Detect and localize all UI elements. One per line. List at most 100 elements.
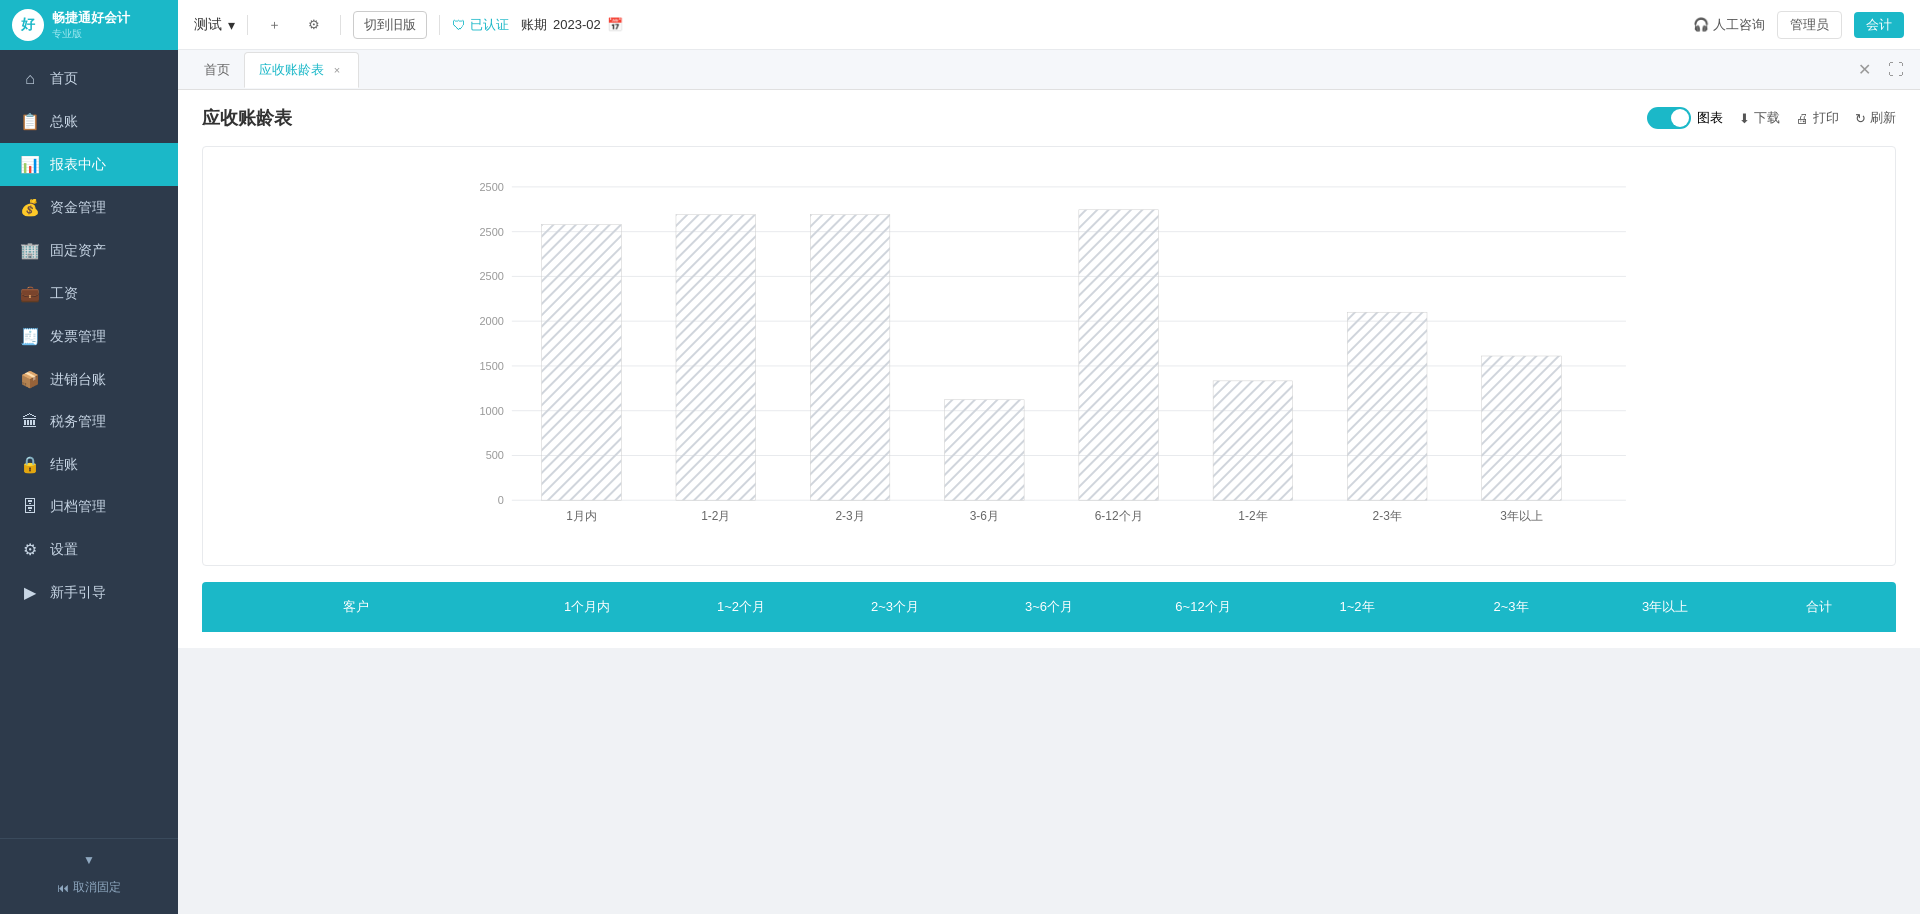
sidebar-item-label: 结账 [50, 456, 78, 474]
sidebar-item-home[interactable]: ⌂ 首页 [0, 58, 178, 100]
reports-icon: 📊 [20, 155, 40, 174]
print-icon: 🖨 [1796, 111, 1809, 126]
period-label: 账期 [521, 16, 547, 34]
table-header-cell: 客户 [202, 582, 510, 632]
headset-icon: 🎧 [1693, 17, 1709, 32]
sidebar-item-closing[interactable]: 🔒 结账 [0, 443, 178, 486]
consult-button[interactable]: 🎧 人工咨询 [1693, 16, 1765, 34]
settings-icon[interactable]: ⚙ [300, 11, 328, 39]
sidebar-item-label: 设置 [50, 541, 78, 559]
sidebar-item-label: 工资 [50, 285, 78, 303]
svg-text:1月内: 1月内 [566, 509, 597, 523]
chevron-down-icon: ▾ [228, 17, 235, 33]
toggle-knob [1671, 109, 1689, 127]
chevron-down-icon: ▼ [83, 853, 95, 867]
tab-home[interactable]: 首页 [190, 53, 244, 87]
closing-icon: 🔒 [20, 455, 40, 474]
sidebar-nav: ⌂首页📋总账📊报表中心💰资金管理🏢固定资产💼工资🧾发票管理📦进销台账🏛税务管理🔒… [0, 50, 178, 838]
svg-text:2500: 2500 [480, 270, 504, 282]
calendar-icon[interactable]: 📅 [607, 17, 623, 32]
svg-text:1500: 1500 [480, 360, 504, 372]
scroll-down-btn[interactable]: ▼ [0, 849, 178, 871]
tab-aging[interactable]: 应收账龄表 × [244, 52, 359, 88]
chart-toggle[interactable] [1647, 107, 1691, 129]
sidebar-item-label: 首页 [50, 70, 78, 88]
sidebar-item-ledger[interactable]: 📋总账 [0, 100, 178, 143]
report-container: 应收账龄表 图表 ⬇ 下载 🖨 [178, 90, 1920, 648]
table-header-cell: 3年以上 [1588, 582, 1742, 632]
sidebar-item-invoice[interactable]: 🧾发票管理 [0, 315, 178, 358]
svg-text:2500: 2500 [480, 226, 504, 238]
inventory-icon: 📦 [20, 370, 40, 389]
bar-1-2月 [676, 215, 756, 500]
expand-button[interactable]: ⛶ [1884, 58, 1908, 82]
chart-toggle-area: 图表 [1647, 107, 1723, 129]
topbar: 测试 ▾ ＋ ⚙ 切到旧版 🛡 已认证 账期 2023-02 📅 🎧 人工咨询 … [178, 0, 1920, 50]
sidebar-item-funds[interactable]: 💰 资金管理 [0, 186, 178, 229]
refresh-icon: ↻ [1855, 111, 1866, 126]
svg-text:0: 0 [498, 494, 504, 506]
page-wrapper: 应收账龄表 图表 ⬇ 下载 🖨 [178, 90, 1920, 914]
report-title: 应收账龄表 [202, 106, 292, 130]
topbar-divider-3 [439, 15, 440, 35]
download-button[interactable]: ⬇ 下载 [1739, 109, 1780, 127]
table-header-cell: 1~2个月 [664, 582, 818, 632]
sidebar-item-payroll[interactable]: 💼 工资 [0, 272, 178, 315]
invoice-icon: 🧾 [20, 327, 40, 346]
sidebar-item-inventory[interactable]: 📦 进销台账 [0, 358, 178, 401]
workspace-selector[interactable]: 测试 ▾ [194, 16, 235, 34]
sidebar-item-settings[interactable]: ⚙ 设置 [0, 528, 178, 571]
tabbar-actions: ✕ ⛶ [1852, 58, 1908, 82]
payroll-icon: 💼 [20, 284, 40, 303]
aging-tab-label: 应收账龄表 [259, 61, 324, 79]
chart-area: 2500 2500 2500 2000 1500 1000 500 0 [202, 146, 1896, 566]
bar-3-6月 [945, 400, 1025, 500]
settings-icon: ⚙ [20, 540, 40, 559]
home-icon: ⌂ [20, 70, 40, 88]
role-button[interactable]: 会计 [1854, 12, 1904, 38]
sidebar-item-label: 资金管理 [50, 199, 106, 217]
guide-icon: ▶ [20, 583, 40, 602]
svg-text:2000: 2000 [480, 315, 504, 327]
sidebar-item-reports[interactable]: 📊 报表中心 [0, 143, 178, 186]
bar-chart-svg: 2500 2500 2500 2000 1500 1000 500 0 [223, 167, 1875, 545]
table-header-cell: 2~3年 [1434, 582, 1588, 632]
workspace-name: 测试 [194, 16, 222, 34]
content-area: 首页 应收账龄表 × ✕ ⛶ 应收账龄表 [178, 50, 1920, 914]
add-button[interactable]: ＋ [260, 11, 288, 39]
table-header: 客户1个月内1~2个月2~3个月3~6个月6~12个月1~2年2~3年3年以上合… [202, 582, 1896, 632]
print-button[interactable]: 🖨 打印 [1796, 109, 1839, 127]
sidebar-item-archive[interactable]: 🗄归档管理 [0, 486, 178, 528]
bar-3年以上 [1482, 356, 1562, 500]
topbar-right: 🎧 人工咨询 管理员 会计 [1693, 11, 1904, 39]
tab-close-icon[interactable]: × [330, 63, 344, 77]
close-tab-button[interactable]: ✕ [1852, 58, 1876, 82]
sidebar-item-label: 新手引导 [50, 584, 106, 602]
assets-icon: 🏢 [20, 241, 40, 260]
refresh-button[interactable]: ↻ 刷新 [1855, 109, 1896, 127]
sidebar-item-label: 归档管理 [50, 498, 106, 516]
certified-badge: 🛡 已认证 [452, 16, 509, 34]
bar-1-2年 [1213, 381, 1293, 500]
period-info: 账期 2023-02 📅 [521, 16, 623, 34]
bar-2-3月 [810, 215, 890, 500]
shield-icon: 🛡 [452, 17, 466, 33]
topbar-divider-1 [247, 15, 248, 35]
main-area: 测试 ▾ ＋ ⚙ 切到旧版 🛡 已认证 账期 2023-02 📅 🎧 人工咨询 … [178, 0, 1920, 914]
svg-text:500: 500 [486, 449, 504, 461]
switch-old-button[interactable]: 切到旧版 [353, 11, 427, 39]
sidebar-item-guide[interactable]: ▶ 新手引导 [0, 571, 178, 614]
sidebar-item-label: 进销台账 [50, 371, 106, 389]
funds-icon: 💰 [20, 198, 40, 217]
sidebar-item-label: 报表中心 [50, 156, 106, 174]
logo-text: 畅捷通好会计 专业版 [52, 9, 130, 41]
sidebar-item-assets[interactable]: 🏢固定资产 [0, 229, 178, 272]
ledger-icon: 📋 [20, 112, 40, 131]
cancel-fixed-btn[interactable]: ⏮ 取消固定 [0, 871, 178, 904]
sidebar-item-tax[interactable]: 🏛税务管理 [0, 401, 178, 443]
sidebar-bottom: ▼ ⏮ 取消固定 [0, 838, 178, 914]
manager-button[interactable]: 管理员 [1777, 11, 1842, 39]
svg-text:1-2年: 1-2年 [1238, 509, 1267, 523]
bar-1月内 [542, 225, 622, 501]
sidebar: 好 畅捷通好会计 专业版 ⌂首页📋总账📊报表中心💰资金管理🏢固定资产💼工资🧾发票… [0, 0, 178, 914]
